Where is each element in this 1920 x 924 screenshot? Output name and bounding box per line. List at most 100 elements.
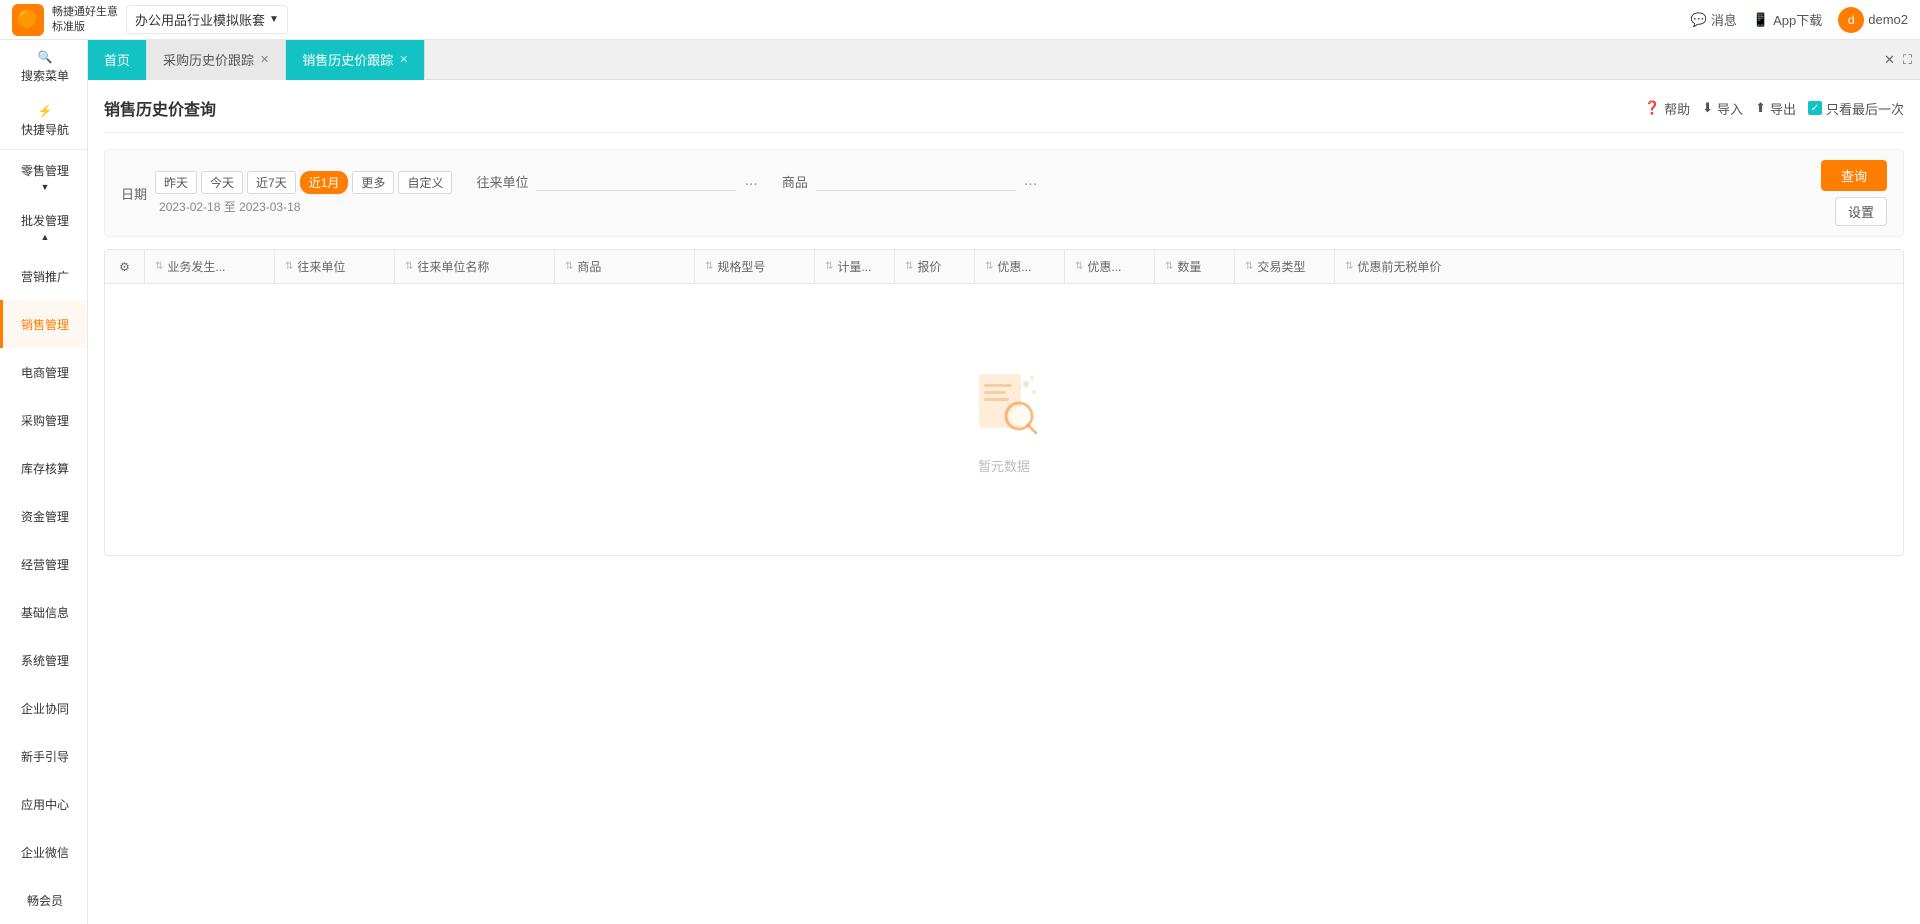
th-unit-name-label: 往来单位名称 xyxy=(417,258,489,275)
sidebar-item-operations[interactable]: 经营管理 xyxy=(0,540,87,588)
filter-right: 查询 设置 xyxy=(1821,160,1887,226)
th-settings[interactable]: ⚙ xyxy=(105,250,145,283)
product-filter-dots[interactable]: ... xyxy=(1024,172,1037,190)
sidebar-label-enterprise: 企业协同 xyxy=(21,700,69,717)
chat-label: 消息 xyxy=(1711,10,1737,29)
chat-button[interactable]: 💬 消息 xyxy=(1691,10,1737,29)
sidebar-label-wholesale: 批发管理 xyxy=(21,212,69,229)
app-download-button[interactable]: 📱 App下载 xyxy=(1753,10,1822,29)
close-all-icon[interactable]: ✕ xyxy=(1884,52,1895,68)
th-measure[interactable]: ⇅ 计量... xyxy=(815,250,895,283)
th-quote-label: 报价 xyxy=(917,258,941,275)
th-product[interactable]: ⇅ 商品 xyxy=(555,250,695,283)
th-pretax[interactable]: ⇅ 优惠前无税单价 xyxy=(1335,250,1903,283)
date-btn-custom[interactable]: 自定义 xyxy=(398,171,452,194)
th-quote[interactable]: ⇅ 报价 xyxy=(895,250,975,283)
query-button[interactable]: 查询 xyxy=(1821,160,1887,191)
sidebar-label-search: 搜索菜单 xyxy=(21,67,69,84)
chevron-down-icon-retail: ▼ xyxy=(41,182,50,192)
sidebar-label-inventory: 库存核算 xyxy=(21,460,69,477)
unit-filter-dots[interactable]: ... xyxy=(744,172,757,190)
date-btn-yesterday[interactable]: 昨天 xyxy=(155,171,197,194)
user-name: demo2 xyxy=(1868,12,1908,27)
sidebar-item-wechat[interactable]: 企业微信 xyxy=(0,828,87,876)
fullscreen-icon[interactable]: ⛶ xyxy=(1903,52,1912,68)
export-button[interactable]: ⬆ 导出 xyxy=(1755,99,1796,118)
sidebar-item-system[interactable]: 系统管理 xyxy=(0,636,87,684)
th-biz-date[interactable]: ⇅ 业务发生... xyxy=(145,250,275,283)
topbar: 🟠 畅捷通好生意 标准版 办公用品行业模拟账套 ▼ 💬 消息 📱 App下载 d… xyxy=(0,0,1920,40)
date-btn-more[interactable]: 更多 xyxy=(352,171,394,194)
help-icon: ❓ xyxy=(1644,100,1660,116)
tab-purchase-label: 采购历史价跟踪 xyxy=(163,50,254,69)
product-filter-input[interactable] xyxy=(816,171,1016,191)
unit-filter-input[interactable] xyxy=(536,171,736,191)
th-qty-label: 数量 xyxy=(1177,258,1201,275)
sidebar-item-vip[interactable]: 畅会员 xyxy=(0,876,87,924)
sidebar-item-retail[interactable]: 零售管理 ▼ xyxy=(0,152,87,202)
sort-icon-quote: ⇅ xyxy=(905,261,913,272)
sidebar-item-marketing[interactable]: 营销推广 xyxy=(0,252,87,300)
sidebar-label-finance: 资金管理 xyxy=(21,508,69,525)
date-btn-1month[interactable]: 近1月 xyxy=(300,171,349,194)
sidebar-label-apps: 应用中心 xyxy=(21,796,69,813)
sidebar-item-search[interactable]: 🔍 搜索菜单 xyxy=(0,40,87,94)
app-download-label: App下载 xyxy=(1773,10,1822,29)
app-download-icon: 📱 xyxy=(1753,12,1769,28)
help-button[interactable]: ❓ 帮助 xyxy=(1644,99,1690,118)
th-discount2[interactable]: ⇅ 优惠... xyxy=(1065,250,1155,283)
sidebar-item-basic[interactable]: 基础信息 xyxy=(0,588,87,636)
th-unit-name[interactable]: ⇅ 往来单位名称 xyxy=(395,250,555,283)
th-trade-label: 交易类型 xyxy=(1257,258,1305,275)
sidebar-label-wechat: 企业微信 xyxy=(21,844,69,861)
only-last-checkbox[interactable]: 只看最后一次 xyxy=(1808,99,1904,118)
tab-home[interactable]: 首页 xyxy=(88,40,147,80)
table-container: ⚙ ⇅ 业务发生... ⇅ 往来单位 ⇅ 往来单位名称 xyxy=(104,249,1904,556)
user-profile[interactable]: d demo2 xyxy=(1838,7,1908,33)
sort-icon-pretax: ⇅ xyxy=(1345,261,1353,272)
settings-button[interactable]: 设置 xyxy=(1835,197,1887,226)
tab-sales-history[interactable]: 销售历史价跟踪 ✕ xyxy=(286,40,425,80)
sort-icon-discount1: ⇅ xyxy=(985,261,993,272)
chevron-up-icon-wholesale: ▲ xyxy=(41,232,50,242)
page-actions: ❓ 帮助 ⬇ 导入 ⬆ 导出 只看最后一次 xyxy=(1644,99,1904,118)
tab-purchase-history[interactable]: 采购历史价跟踪 ✕ xyxy=(147,40,286,80)
th-unit-label: 往来单位 xyxy=(297,258,345,275)
table-header: ⚙ ⇅ 业务发生... ⇅ 往来单位 ⇅ 往来单位名称 xyxy=(105,250,1903,284)
th-trade[interactable]: ⇅ 交易类型 xyxy=(1235,250,1335,283)
sidebar-item-wholesale[interactable]: 批发管理 ▲ xyxy=(0,202,87,252)
import-button[interactable]: ⬇ 导入 xyxy=(1702,99,1743,118)
th-pretax-label: 优惠前无税单价 xyxy=(1357,258,1441,275)
sidebar-item-finance[interactable]: 资金管理 xyxy=(0,492,87,540)
filter-bar: 日期 昨天 今天 近7天 近1月 更多 自定义 2023-02-18 至 202… xyxy=(104,149,1904,237)
sort-icon-product: ⇅ xyxy=(565,261,573,272)
help-label: 帮助 xyxy=(1664,99,1690,118)
tab-purchase-close[interactable]: ✕ xyxy=(260,53,269,66)
sidebar-label-ecommerce: 电商管理 xyxy=(21,364,69,381)
content-area: 首页 采购历史价跟踪 ✕ 销售历史价跟踪 ✕ ✕ ⛶ 销售历史价查询 xyxy=(88,40,1920,924)
date-btn-today[interactable]: 今天 xyxy=(201,171,243,194)
th-unit[interactable]: ⇅ 往来单位 xyxy=(275,250,395,283)
th-spec[interactable]: ⇅ 规格型号 xyxy=(695,250,815,283)
sidebar-item-inventory[interactable]: 库存核算 xyxy=(0,444,87,492)
date-btn-7days[interactable]: 近7天 xyxy=(247,171,296,194)
sidebar-item-ecommerce[interactable]: 电商管理 xyxy=(0,348,87,396)
sidebar-item-quick[interactable]: ⚡ 快捷导航 xyxy=(0,94,87,148)
export-label: 导出 xyxy=(1770,99,1796,118)
sidebar-item-purchase[interactable]: 采购管理 xyxy=(0,396,87,444)
import-icon: ⬇ xyxy=(1702,100,1713,116)
topbar-right: 💬 消息 📱 App下载 d demo2 xyxy=(1691,7,1908,33)
sidebar-item-sales[interactable]: 销售管理 xyxy=(0,300,87,348)
tab-sales-close[interactable]: ✕ xyxy=(399,53,408,66)
sort-icon-trade: ⇅ xyxy=(1245,261,1253,272)
app-selector[interactable]: 办公用品行业模拟账套 ▼ xyxy=(126,5,288,34)
th-qty[interactable]: ⇅ 数量 xyxy=(1155,250,1235,283)
th-discount2-label: 优惠... xyxy=(1087,258,1121,275)
sidebar-item-enterprise[interactable]: 企业协同 xyxy=(0,684,87,732)
quick-icon: ⚡ xyxy=(38,104,53,118)
sidebar-item-apps[interactable]: 应用中心 xyxy=(0,780,87,828)
sidebar-item-guide[interactable]: 新手引导 xyxy=(0,732,87,780)
filter-left: 日期 昨天 今天 近7天 近1月 更多 自定义 2023-02-18 至 202… xyxy=(121,171,1805,215)
th-discount1[interactable]: ⇅ 优惠... xyxy=(975,250,1065,283)
tab-home-label: 首页 xyxy=(104,50,130,69)
